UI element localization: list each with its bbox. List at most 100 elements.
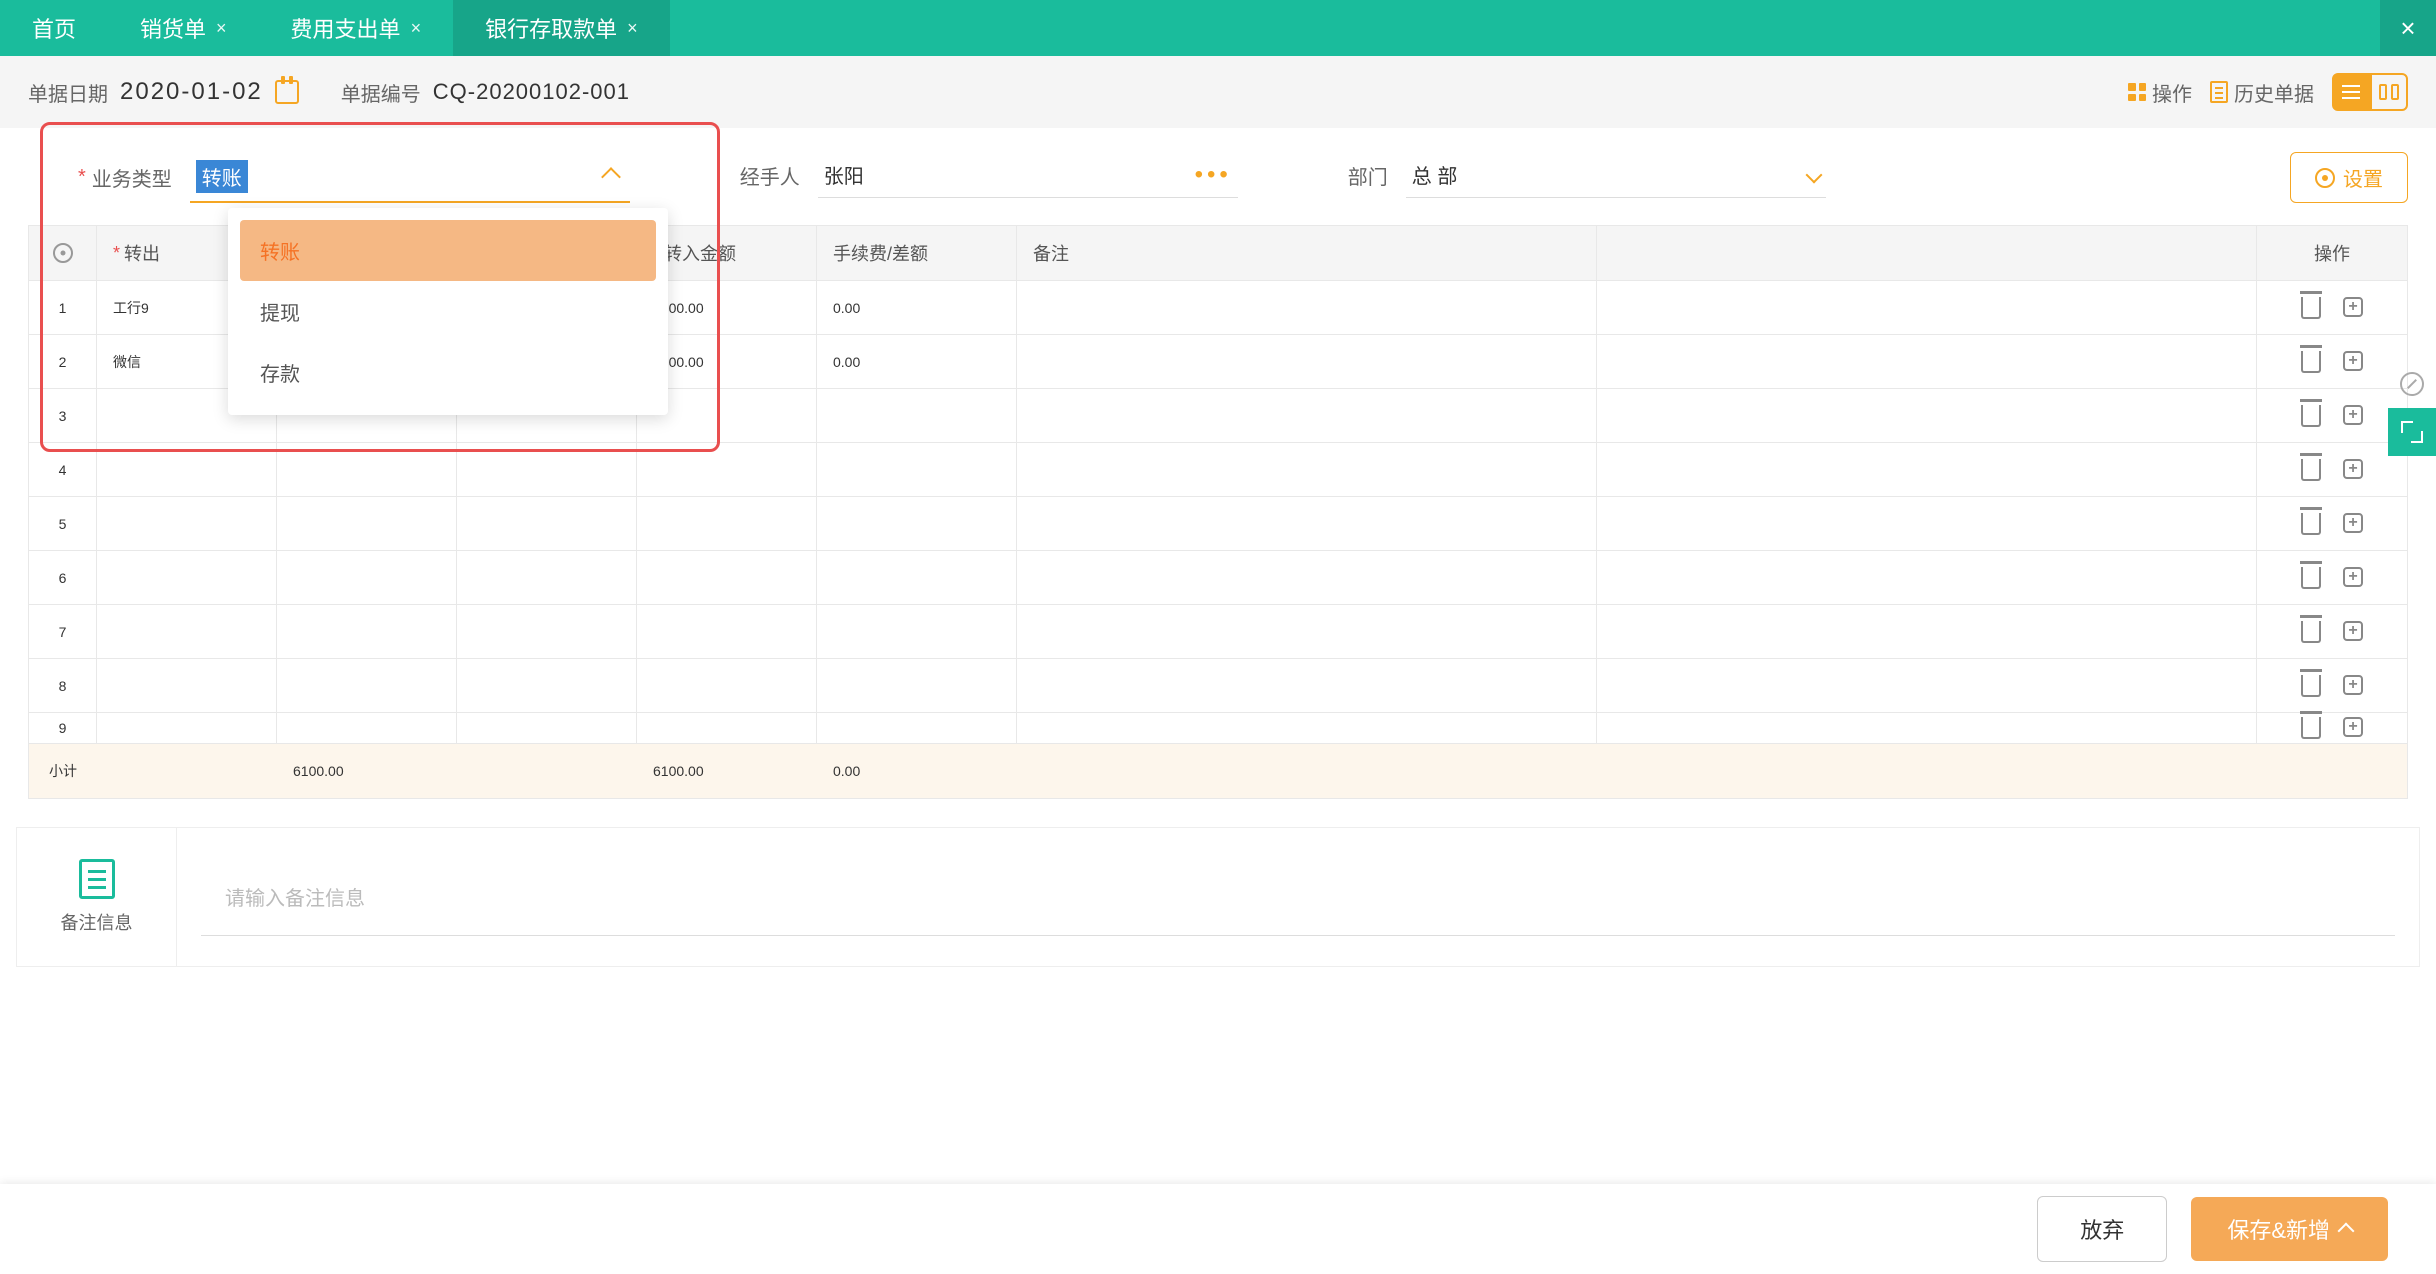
copy-icon[interactable] (2343, 567, 2363, 587)
dept-select[interactable]: 总 部 (1406, 152, 1826, 198)
list-view-button[interactable] (2332, 73, 2370, 111)
gear-icon (53, 243, 73, 263)
history-link[interactable]: 历史单据 (2210, 78, 2314, 107)
handler-input[interactable]: 张阳 ••• (818, 152, 1238, 198)
cell-actions (2257, 335, 2407, 388)
table-row: 8 (29, 659, 2407, 713)
cell-remark[interactable] (1017, 335, 1597, 388)
copy-icon[interactable] (2343, 513, 2363, 533)
delete-icon[interactable] (2301, 717, 2321, 739)
delete-icon[interactable] (2301, 621, 2321, 643)
required-marker: * (78, 166, 86, 189)
row-index: 6 (29, 551, 97, 604)
save-label: 保存&新增 (2227, 1213, 2330, 1245)
subtotal-fee: 0.00 (817, 744, 1017, 798)
tab-expense[interactable]: 费用支出单 × (259, 0, 454, 56)
cell-actions (2257, 659, 2407, 712)
copy-icon[interactable] (2343, 717, 2363, 737)
settings-button[interactable]: 设置 (2290, 152, 2408, 203)
close-icon[interactable]: × (627, 18, 638, 39)
delete-icon[interactable] (2301, 405, 2321, 427)
dropdown-option-withdraw[interactable]: 提现 (240, 281, 656, 342)
cell-spacer (1597, 281, 2257, 334)
row-index: 3 (29, 389, 97, 442)
tab-bank[interactable]: 银行存取款单× (453, 0, 670, 56)
delete-icon[interactable] (2301, 297, 2321, 319)
copy-icon[interactable] (2343, 297, 2363, 317)
copy-icon[interactable] (2343, 459, 2363, 479)
chevron-down-icon (1805, 166, 1822, 183)
date-value[interactable]: 2020-01-02 (120, 78, 263, 106)
biztype-dropdown: 转账 提现 存款 (228, 208, 668, 415)
cell-spacer (1597, 335, 2257, 388)
row-index: 8 (29, 659, 97, 712)
copy-icon[interactable] (2343, 351, 2363, 371)
row-index: 4 (29, 443, 97, 496)
copy-icon[interactable] (2343, 405, 2363, 425)
cell-actions (2257, 551, 2407, 604)
tab-home-label: 首页 (32, 12, 76, 44)
delete-icon[interactable] (2301, 459, 2321, 481)
handler-label: 经手人 (740, 161, 800, 190)
tab-sales-label: 销货单 (140, 12, 206, 44)
dropdown-option-transfer[interactable]: 转账 (240, 220, 656, 281)
col-fee: 手续费/差额 (817, 226, 1017, 280)
sub-header: 单据日期 2020-01-02 单据编号 CQ-20200102-001 操作 … (0, 56, 2436, 128)
col-remark: 备注 (1017, 226, 1597, 280)
side-toolbar (2388, 360, 2436, 456)
delete-icon[interactable] (2301, 675, 2321, 697)
tab-expense-label: 费用支出单 (291, 12, 401, 44)
attachment-button[interactable] (2388, 360, 2436, 408)
sub-header-right: 操作 历史单据 (2128, 73, 2408, 111)
operations-link[interactable]: 操作 (2128, 78, 2192, 107)
table-row: 4 (29, 443, 2407, 497)
table-row: 9 (29, 713, 2407, 744)
form-area: * 业务类型 转账 转账 提现 存款 经手人 张阳 ••• 部门 总 部 (0, 128, 2436, 203)
cell-actions (2257, 713, 2407, 743)
calendar-icon[interactable] (275, 80, 299, 104)
field-handler: 经手人 张阳 ••• (740, 152, 1238, 198)
copy-icon[interactable] (2343, 675, 2363, 695)
window-close-button[interactable]: × (2380, 0, 2436, 56)
document-icon (2210, 81, 2228, 103)
tab-home[interactable]: 首页 (0, 0, 108, 56)
delete-icon[interactable] (2301, 567, 2321, 589)
operations-label: 操作 (2152, 78, 2192, 107)
cell-fee[interactable]: 0.00 (817, 335, 1017, 388)
column-settings[interactable] (29, 226, 97, 280)
close-icon[interactable]: × (216, 18, 227, 39)
chevron-up-icon (2338, 1223, 2355, 1240)
table-row: 5 (29, 497, 2407, 551)
history-label: 历史单据 (2234, 78, 2314, 107)
delete-icon[interactable] (2301, 513, 2321, 535)
docno-label: 单据编号 (341, 78, 421, 107)
subtotal-out: 6100.00 (277, 744, 457, 798)
row-index: 1 (29, 281, 97, 334)
cell-remark[interactable] (1017, 281, 1597, 334)
card-view-button[interactable] (2370, 73, 2408, 111)
col-ops-label: 操作 (2314, 240, 2350, 266)
biztype-select[interactable]: 转账 (190, 152, 630, 203)
copy-icon[interactable] (2343, 621, 2363, 641)
docno-value: CQ-20200102-001 (433, 79, 630, 105)
tab-sales[interactable]: 销货单 × (108, 0, 259, 56)
discard-button[interactable]: 放弃 (2037, 1196, 2167, 1262)
cell-fee[interactable]: 0.00 (817, 281, 1017, 334)
remarks-input[interactable]: 请输入备注信息 (201, 858, 2395, 936)
col-out-account-label: 转出 (124, 240, 160, 266)
close-icon[interactable]: × (411, 18, 422, 39)
cell-actions (2257, 497, 2407, 550)
delete-icon[interactable] (2301, 351, 2321, 373)
grid-icon (2128, 83, 2146, 101)
fullscreen-button[interactable] (2388, 408, 2436, 456)
remarks-label: 备注信息 (61, 909, 133, 935)
save-and-new-button[interactable]: 保存&新增 (2191, 1197, 2388, 1261)
expand-icon (2401, 421, 2423, 443)
field-biztype: * 业务类型 转账 转账 提现 存款 (78, 152, 630, 203)
cards-icon (2379, 84, 2399, 100)
row-index: 7 (29, 605, 97, 658)
dropdown-option-deposit[interactable]: 存款 (240, 342, 656, 403)
col-remark-label: 备注 (1033, 240, 1069, 266)
subtotal-label: 小计 (29, 744, 97, 798)
more-icon[interactable]: ••• (1195, 161, 1232, 189)
